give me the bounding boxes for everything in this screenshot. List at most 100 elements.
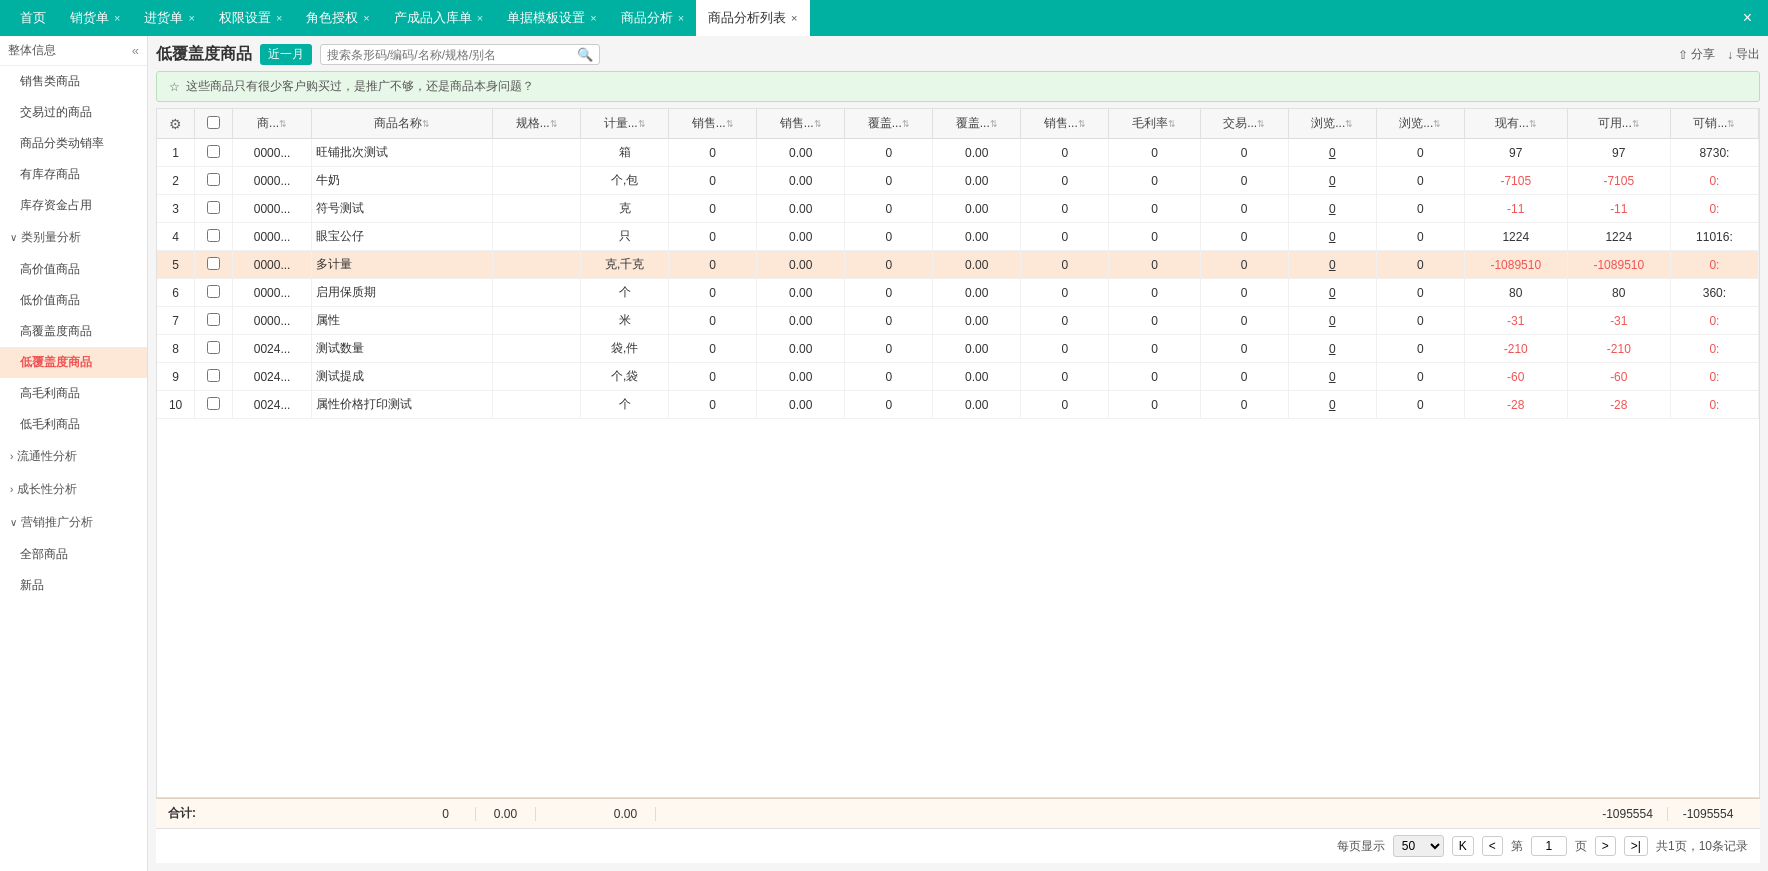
nav-tab-purchase[interactable]: 进货单 × [132, 0, 206, 36]
row-checkbox[interactable] [195, 307, 233, 335]
settings-icon[interactable]: ⚙ [169, 116, 182, 132]
sidebar-item-capital[interactable]: 库存资金占用 [0, 190, 147, 221]
share-button[interactable]: ⇧ 分享 [1678, 46, 1715, 63]
row-browse1[interactable]: 0 [1288, 307, 1376, 335]
nav-tab-template[interactable]: 单据模板设置 × [495, 0, 608, 36]
row-available-stock: -31 [1567, 307, 1670, 335]
col-name[interactable]: 商品名称⇅ [312, 109, 493, 139]
col-browse1[interactable]: 浏览...⇅ [1288, 109, 1376, 139]
table-row: 80024...测试数量袋,件00.0000.0000000-210-2100: [157, 335, 1759, 363]
nav-tab-home[interactable]: 首页 [8, 0, 58, 36]
col-coverage1[interactable]: 覆盖...⇅ [845, 109, 933, 139]
sidebar-item-all-goods[interactable]: 全部商品 [0, 539, 147, 570]
sidebar-item-new-goods[interactable]: 新品 [0, 570, 147, 601]
page-size-select[interactable]: 50 100 [1393, 835, 1444, 857]
col-sales-amt[interactable]: 销售...⇅ [757, 109, 845, 139]
row-browse1[interactable]: 0 [1288, 363, 1376, 391]
row-browse1[interactable]: 0 [1288, 251, 1376, 279]
nav-tab-product-entry[interactable]: 产成品入库单 × [382, 0, 495, 36]
export-button[interactable]: ↓ 导出 [1727, 46, 1760, 63]
row-browse1[interactable]: 0 [1288, 195, 1376, 223]
row-checkbox[interactable] [195, 251, 233, 279]
row-checkbox[interactable] [195, 279, 233, 307]
row-browse2: 0 [1376, 195, 1464, 223]
sidebar-section-marketing-title[interactable]: ∨ 营销推广分析 [0, 506, 147, 539]
sidebar-section-category-title[interactable]: ∨ 类别量分析 [0, 221, 147, 254]
sidebar-collapse-button[interactable]: « [132, 43, 139, 58]
sidebar-item-high-value[interactable]: 高价值商品 [0, 254, 147, 285]
nav-tab-purchase-close[interactable]: × [188, 12, 194, 24]
col-spec[interactable]: 规格...⇅ [493, 109, 581, 139]
nav-tab-sales[interactable]: 销货单 × [58, 0, 132, 36]
nav-tab-analysis-close[interactable]: × [678, 12, 684, 24]
nav-tab-analysis-list[interactable]: 商品分析列表 × [696, 0, 809, 36]
col-unit[interactable]: 计量...⇅ [581, 109, 669, 139]
page-number-input[interactable] [1531, 836, 1567, 856]
row-browse1[interactable]: 0 [1288, 223, 1376, 251]
nav-tab-role[interactable]: 角色授权 × [294, 0, 381, 36]
row-checkbox[interactable] [195, 223, 233, 251]
col-coverage2[interactable]: 覆盖...⇅ [933, 109, 1021, 139]
nav-tab-analysis[interactable]: 商品分析 × [609, 0, 696, 36]
col-gross-rate[interactable]: 毛利率⇅ [1109, 109, 1200, 139]
sidebar-item-low-value[interactable]: 低价值商品 [0, 285, 147, 316]
row-sales-qty: 0 [669, 223, 757, 251]
search-input[interactable] [327, 48, 577, 62]
row-browse1[interactable]: 0 [1288, 167, 1376, 195]
row-coverage1: 0 [845, 363, 933, 391]
last-page-button[interactable]: >| [1624, 836, 1648, 856]
row-coverage2: 0.00 [933, 195, 1021, 223]
sidebar-item-low-coverage[interactable]: 低覆盖度商品 [0, 347, 147, 378]
arrow-icon: ∨ [10, 232, 17, 243]
sidebar-item-low-profit[interactable]: 低毛利商品 [0, 409, 147, 440]
row-trade: 0 [1200, 223, 1288, 251]
col-sales3[interactable]: 销售...⇅ [1021, 109, 1109, 139]
col-current-stock[interactable]: 现有...⇅ [1464, 109, 1567, 139]
row-browse1[interactable]: 0 [1288, 391, 1376, 419]
col-trade[interactable]: 交易...⇅ [1200, 109, 1288, 139]
nav-tab-sales-close[interactable]: × [114, 12, 120, 24]
row-checkbox[interactable] [195, 335, 233, 363]
row-current-stock: -11 [1464, 195, 1567, 223]
row-browse1[interactable]: 0 [1288, 139, 1376, 167]
col-code[interactable]: 商...⇅ [233, 109, 312, 139]
row-name: 属性价格打印测试 [312, 391, 493, 419]
nav-tab-permission-close[interactable]: × [276, 12, 282, 24]
nav-tab-template-close[interactable]: × [590, 12, 596, 24]
col-settings[interactable]: ⚙ [157, 109, 195, 139]
row-checkbox[interactable] [195, 167, 233, 195]
col-sales-qty[interactable]: 销售...⇅ [669, 109, 757, 139]
row-checkbox[interactable] [195, 363, 233, 391]
nav-tab-product-entry-close[interactable]: × [477, 12, 483, 24]
col-available-stock[interactable]: 可用...⇅ [1567, 109, 1670, 139]
period-button[interactable]: 近一月 [260, 44, 312, 65]
next-page-button[interactable]: > [1595, 836, 1616, 856]
row-checkbox[interactable] [195, 195, 233, 223]
sidebar-item-category-rate[interactable]: 商品分类动销率 [0, 128, 147, 159]
nav-tab-role-close[interactable]: × [363, 12, 369, 24]
sidebar-item-sales-goods[interactable]: 销售类商品 [0, 66, 147, 97]
row-browse1[interactable]: 0 [1288, 335, 1376, 363]
col-browse2[interactable]: 浏览...⇅ [1376, 109, 1464, 139]
row-code: 0000... [233, 251, 312, 279]
nav-tab-analysis-list-close[interactable]: × [791, 12, 797, 24]
row-browse1[interactable]: 0 [1288, 279, 1376, 307]
row-browse2: 0 [1376, 139, 1464, 167]
sidebar-item-traded-goods[interactable]: 交易过的商品 [0, 97, 147, 128]
sidebar-section-liquidity-title[interactable]: › 流通性分析 [0, 440, 147, 473]
sidebar-item-high-coverage[interactable]: 高覆盖度商品 [0, 316, 147, 347]
col-sellable[interactable]: 可销...⇅ [1670, 109, 1758, 139]
select-all-checkbox[interactable] [207, 116, 220, 129]
sidebar-item-stock-goods[interactable]: 有库存商品 [0, 159, 147, 190]
sidebar-section-growth-title[interactable]: › 成长性分析 [0, 473, 147, 506]
row-checkbox[interactable] [195, 139, 233, 167]
first-page-button[interactable]: K [1452, 836, 1474, 856]
row-checkbox[interactable] [195, 391, 233, 419]
close-all-button[interactable]: × [1735, 9, 1760, 27]
sidebar-item-high-profit[interactable]: 高毛利商品 [0, 378, 147, 409]
col-trade-sort: ⇅ [1257, 119, 1265, 129]
sidebar-section-overall: 销售类商品 交易过的商品 商品分类动销率 有库存商品 库存资金占用 [0, 66, 147, 221]
nav-tab-permission[interactable]: 权限设置 × [207, 0, 294, 36]
col-coverage1-sort: ⇅ [902, 119, 910, 129]
prev-page-button[interactable]: < [1482, 836, 1503, 856]
